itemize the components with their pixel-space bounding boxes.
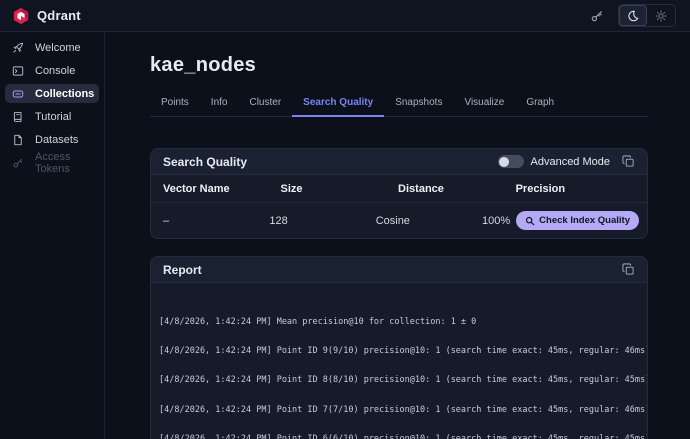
report-card: Report [4/8/2026, 1:42:24 PM] Mean preci… [150, 256, 648, 439]
column-header-precision: Precision [515, 182, 566, 195]
tab-points[interactable]: Points [150, 91, 200, 117]
toggle-knob [499, 156, 509, 167]
column-header-distance: Distance [398, 182, 444, 195]
top-bar: Qdrant [0, 0, 690, 32]
tab-visualize[interactable]: Visualize [453, 91, 515, 117]
vectors-table: Vector Name Size Distance Precision – 12… [151, 175, 647, 238]
copy-report-button[interactable] [620, 261, 637, 278]
qdrant-logo-icon [12, 7, 30, 25]
sidebar-item-collections[interactable]: Collections [5, 84, 99, 103]
tab-graph[interactable]: Graph [515, 91, 565, 117]
copy-button[interactable] [620, 153, 637, 170]
sidebar-item-tutorial[interactable]: Tutorial [5, 107, 99, 126]
key-icon [12, 157, 24, 169]
page-title: kae_nodes [150, 54, 257, 76]
sidebar: Welcome Console Collections Tutorial Dat… [0, 32, 105, 439]
log-line: [4/8/2026, 1:42:24 PM] Point ID 9(9/10) … [159, 345, 647, 356]
stack-icon [12, 88, 24, 100]
toggle-switch[interactable] [497, 155, 524, 168]
light-mode-button[interactable] [647, 5, 675, 26]
log-line: [4/8/2026, 1:42:24 PM] Point ID 6(6/10) … [159, 434, 647, 439]
report-title: Report [163, 262, 202, 277]
cell-vector-name: – [163, 214, 170, 227]
api-key-button[interactable] [588, 7, 606, 25]
sun-icon [655, 10, 667, 22]
check-button-label: Check Index Quality [539, 215, 630, 226]
main-content: kae_nodes Points Info Cluster Search Qua… [105, 32, 690, 439]
check-index-quality-button[interactable]: Check Index Quality [516, 211, 639, 230]
moon-icon [627, 10, 639, 22]
table-row: – 128 Cosine 100% Check Index Quality [151, 203, 647, 238]
rocket-icon [12, 42, 24, 54]
log-line: [4/8/2026, 1:42:24 PM] Point ID 8(8/10) … [159, 375, 647, 386]
sidebar-item-label: Access Tokens [35, 150, 71, 175]
advanced-mode-label: Advanced Mode [530, 155, 611, 168]
tab-info[interactable]: Info [200, 91, 239, 117]
copy-icon [622, 263, 635, 276]
column-header-size: Size [280, 182, 303, 195]
sidebar-item-console[interactable]: Console [5, 61, 99, 80]
log-line: [4/8/2026, 1:42:24 PM] Point ID 7(7/10) … [159, 404, 647, 415]
sidebar-item-label: Console [35, 64, 76, 77]
cell-distance: Cosine [375, 214, 410, 227]
cell-precision: 100% Check Index Quality [482, 211, 639, 230]
log-line: [4/8/2026, 1:42:24 PM] Mean precision@10… [159, 316, 477, 327]
column-header-vector-name: Vector Name [163, 182, 230, 195]
sidebar-item-label: Tutorial [35, 110, 72, 123]
collection-tabs: Points Info Cluster Search Quality Snaps… [150, 91, 648, 117]
tab-search-quality[interactable]: Search Quality [292, 91, 385, 117]
terminal-icon [12, 65, 24, 77]
sidebar-item-datasets[interactable]: Datasets [5, 130, 99, 149]
brand-name: Qdrant [37, 8, 81, 23]
file-icon [12, 134, 24, 146]
qdrant-logo[interactable]: Qdrant [12, 7, 81, 25]
search-quality-card-header: Search Quality Advanced Mode [151, 149, 647, 175]
report-card-header: Report [151, 257, 647, 283]
advanced-mode-toggle[interactable]: Advanced Mode [497, 155, 611, 168]
dark-mode-button[interactable] [619, 5, 647, 26]
magnifier-icon [525, 216, 535, 226]
key-icon [590, 9, 604, 23]
card-title: Search Quality [163, 154, 248, 169]
precision-value: 100% [482, 214, 511, 227]
cell-size: 128 [269, 214, 288, 227]
tab-cluster[interactable]: Cluster [238, 91, 292, 117]
sidebar-item-access-tokens[interactable]: Access Tokens [5, 150, 99, 175]
theme-toggle-group [618, 4, 676, 27]
sidebar-item-label: Welcome [35, 41, 81, 54]
sidebar-item-welcome[interactable]: Welcome [5, 38, 99, 57]
sidebar-item-label: Datasets [35, 133, 79, 146]
search-quality-card: Search Quality Advanced Mode Vector Name… [150, 148, 648, 239]
table-header-row: Vector Name Size Distance Precision [151, 175, 647, 203]
sidebar-item-label: Collections [35, 87, 95, 100]
report-log[interactable]: [4/8/2026, 1:42:24 PM] Mean precision@10… [151, 283, 647, 439]
book-icon [12, 111, 24, 123]
copy-icon [622, 155, 635, 168]
tab-snapshots[interactable]: Snapshots [384, 91, 453, 117]
